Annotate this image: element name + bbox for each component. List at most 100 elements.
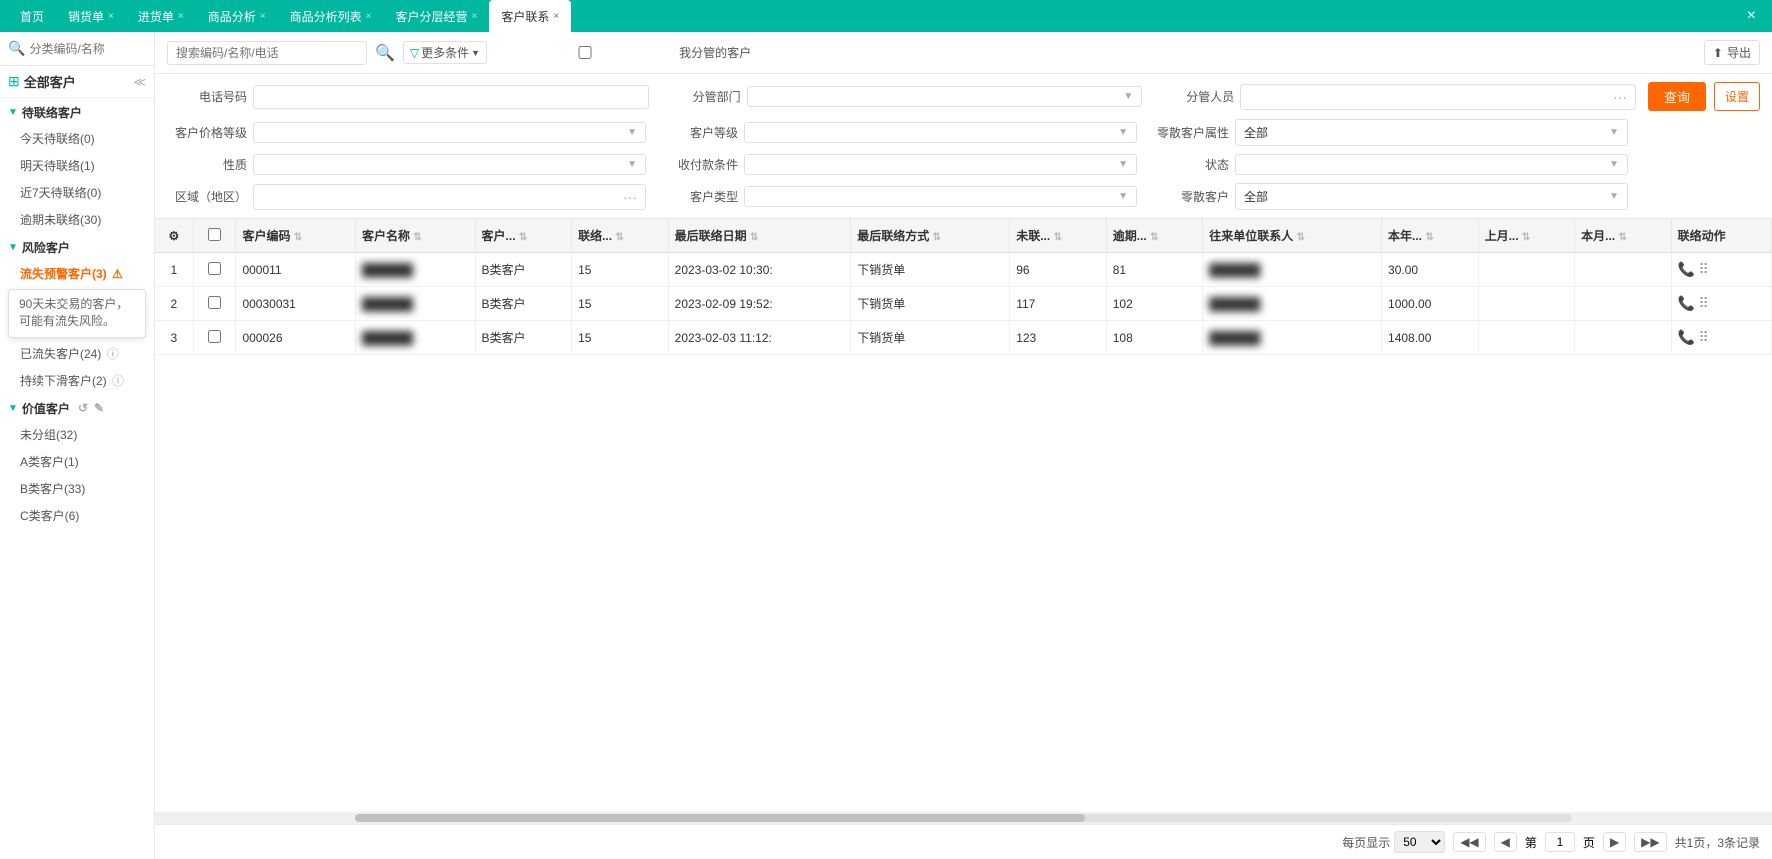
- type-sort-icon[interactable]: ⇅: [519, 232, 527, 243]
- payment-select[interactable]: ▼: [744, 154, 1137, 175]
- row-this-year: 30.00: [1382, 253, 1479, 287]
- col-checkbox[interactable]: [193, 219, 236, 253]
- row-checkbox[interactable]: [193, 253, 236, 287]
- tab-sales[interactable]: 销货单 ×: [56, 0, 126, 32]
- nature-select[interactable]: ▼: [253, 154, 646, 175]
- retail-customer-select[interactable]: 全部▼: [1235, 183, 1628, 210]
- tab-goods-analysis[interactable]: 商品分析 ×: [196, 0, 278, 32]
- last-method-link[interactable]: 下销货单: [857, 331, 905, 345]
- sidebar-group-pending[interactable]: ▼ 待联络客户: [0, 98, 154, 125]
- row-this-year: 1408.00: [1382, 321, 1479, 355]
- overdue-sort-icon[interactable]: ⇅: [1150, 232, 1158, 243]
- last-month-sort-icon[interactable]: ⇅: [1522, 232, 1530, 243]
- more-conditions-button[interactable]: ▽ 更多条件 ▼: [403, 41, 487, 64]
- table-row: 2 00030031 ██████ B类客户 15 2023-02-09 19:…: [155, 287, 1772, 321]
- contact-action-icon[interactable]: 📞: [1678, 329, 1695, 345]
- my-customer-checkbox[interactable]: [495, 46, 675, 59]
- sidebar-item-class-c[interactable]: C类客户(6): [0, 502, 154, 529]
- sidebar-item-tomorrow[interactable]: 明天待联络(1): [0, 152, 154, 179]
- query-button[interactable]: 查询: [1648, 82, 1706, 111]
- sidebar-item-churn-warning[interactable]: 流失预警客户(3) ⚠: [0, 260, 154, 287]
- status-select[interactable]: ▼: [1235, 154, 1628, 175]
- sidebar-item-overdue[interactable]: 逾期未联络(30): [0, 206, 154, 233]
- more-action-icon[interactable]: ⠿: [1698, 329, 1708, 345]
- edit-icon[interactable]: ✎: [94, 401, 104, 415]
- last-method-link[interactable]: 下销货单: [857, 297, 905, 311]
- more-action-icon[interactable]: ⠿: [1698, 261, 1708, 277]
- tab-customer-contact[interactable]: 客户联系 ×: [489, 0, 571, 32]
- sidebar-item-churned[interactable]: 已流失客户(24) ⓘ: [0, 340, 154, 367]
- sidebar-item-class-a[interactable]: A类客户(1): [0, 448, 154, 475]
- tab-purchase[interactable]: 进货单 ×: [126, 0, 196, 32]
- select-all-checkbox[interactable]: [208, 228, 221, 241]
- close-customer-tier-tab[interactable]: ×: [471, 11, 477, 22]
- sidebar-collapse-icon[interactable]: ≪: [133, 75, 146, 89]
- sidebar-group-risk[interactable]: ▼ 风险客户: [0, 233, 154, 260]
- phone-input[interactable]: [253, 85, 649, 109]
- price-tier-select[interactable]: ▼: [253, 122, 646, 143]
- customer-type-select[interactable]: ▼: [744, 186, 1137, 207]
- retail-customer-label: 零散客户: [1149, 188, 1229, 205]
- contact-sort-icon[interactable]: ⇅: [615, 232, 623, 243]
- sidebar-item-ungrouped[interactable]: 未分组(32): [0, 421, 154, 448]
- close-goods-analysis-tab[interactable]: ×: [260, 11, 266, 22]
- per-page-select[interactable]: 50 100 200: [1394, 831, 1445, 853]
- scrollbar-thumb[interactable]: [355, 814, 1085, 822]
- first-page-button[interactable]: ◀◀: [1453, 832, 1485, 852]
- retail-attr-select[interactable]: 全部▼: [1235, 119, 1628, 146]
- scrollbar-track[interactable]: [355, 814, 1572, 822]
- my-customer-checkbox-label[interactable]: 我分管的客户: [495, 44, 751, 61]
- uncontacted-sort-icon[interactable]: ⇅: [1054, 232, 1062, 243]
- close-purchase-tab[interactable]: ×: [178, 11, 184, 22]
- last-date-sort-icon[interactable]: ⇅: [750, 232, 758, 243]
- sidebar-group-value[interactable]: ▼ 价值客户 ↺ ✎: [0, 394, 154, 421]
- setting-button[interactable]: 设置: [1714, 82, 1760, 111]
- last-method-link[interactable]: 下销货单: [857, 263, 905, 277]
- table-header-row: ⚙ 客户编码 ⇅ 客户名称 ⇅ 客户... ⇅ 联络... ⇅ 最后联络日期 ⇅…: [155, 219, 1772, 253]
- close-goods-list-tab[interactable]: ×: [366, 11, 372, 22]
- col-settings[interactable]: ⚙: [155, 219, 193, 253]
- sidebar-item-today[interactable]: 今天待联络(0): [0, 125, 154, 152]
- more-action-icon[interactable]: ⠿: [1698, 295, 1708, 311]
- last-method-sort-icon[interactable]: ⇅: [933, 232, 941, 243]
- row-actions: 📞 ⠿: [1671, 253, 1771, 287]
- contact-action-icon[interactable]: 📞: [1678, 295, 1695, 311]
- last-page-button[interactable]: ▶▶: [1634, 832, 1666, 852]
- row-this-month: [1575, 253, 1672, 287]
- grid-icon: ⊞: [8, 73, 20, 90]
- tab-goods-list[interactable]: 商品分析列表 ×: [278, 0, 384, 32]
- row-checkbox[interactable]: [193, 287, 236, 321]
- prev-page-button[interactable]: ◀: [1494, 832, 1517, 852]
- search-input[interactable]: [167, 41, 367, 65]
- contact-person-sort-icon[interactable]: ⇅: [1297, 232, 1305, 243]
- tab-customer-tier[interactable]: 客户分层经营 ×: [383, 0, 489, 32]
- row-overdue: 102: [1106, 287, 1203, 321]
- sidebar-root[interactable]: ⊞ 全部客户 ≪: [0, 66, 154, 98]
- sidebar-item-declining[interactable]: 持续下滑客户(2) ⓘ: [0, 367, 154, 394]
- window-close-button[interactable]: ×: [1739, 7, 1764, 25]
- customer-level-select[interactable]: ▼: [744, 122, 1137, 143]
- this-month-sort-icon[interactable]: ⇅: [1618, 232, 1626, 243]
- search-button[interactable]: 🔍: [375, 43, 395, 63]
- sidebar-search-input[interactable]: [29, 42, 155, 56]
- this-year-sort-icon[interactable]: ⇅: [1425, 232, 1433, 243]
- row-checkbox[interactable]: [193, 321, 236, 355]
- close-customer-contact-tab[interactable]: ×: [553, 11, 559, 22]
- export-button[interactable]: ⬆ 导出: [1704, 40, 1760, 65]
- sidebar-item-7days[interactable]: 近7天待联络(0): [0, 179, 154, 206]
- close-sales-tab[interactable]: ×: [108, 11, 114, 22]
- manager-select[interactable]: ···: [1240, 84, 1636, 110]
- next-page-button[interactable]: ▶: [1603, 832, 1626, 852]
- row-last-date: 2023-02-03 11:12:: [668, 321, 851, 355]
- region-select[interactable]: ···: [253, 184, 646, 210]
- refresh-icon[interactable]: ↺: [78, 401, 88, 415]
- code-sort-icon[interactable]: ⇅: [294, 232, 302, 243]
- name-sort-icon[interactable]: ⇅: [413, 232, 421, 243]
- row-last-method: 下销货单: [851, 287, 1010, 321]
- sidebar-item-class-b[interactable]: B类客户(33): [0, 475, 154, 502]
- contact-action-icon[interactable]: 📞: [1678, 261, 1695, 277]
- tab-home[interactable]: 首页: [8, 0, 56, 32]
- row-this-month: [1575, 287, 1672, 321]
- horizontal-scrollbar[interactable]: [155, 812, 1772, 824]
- dept-select[interactable]: ▼: [747, 86, 1143, 107]
